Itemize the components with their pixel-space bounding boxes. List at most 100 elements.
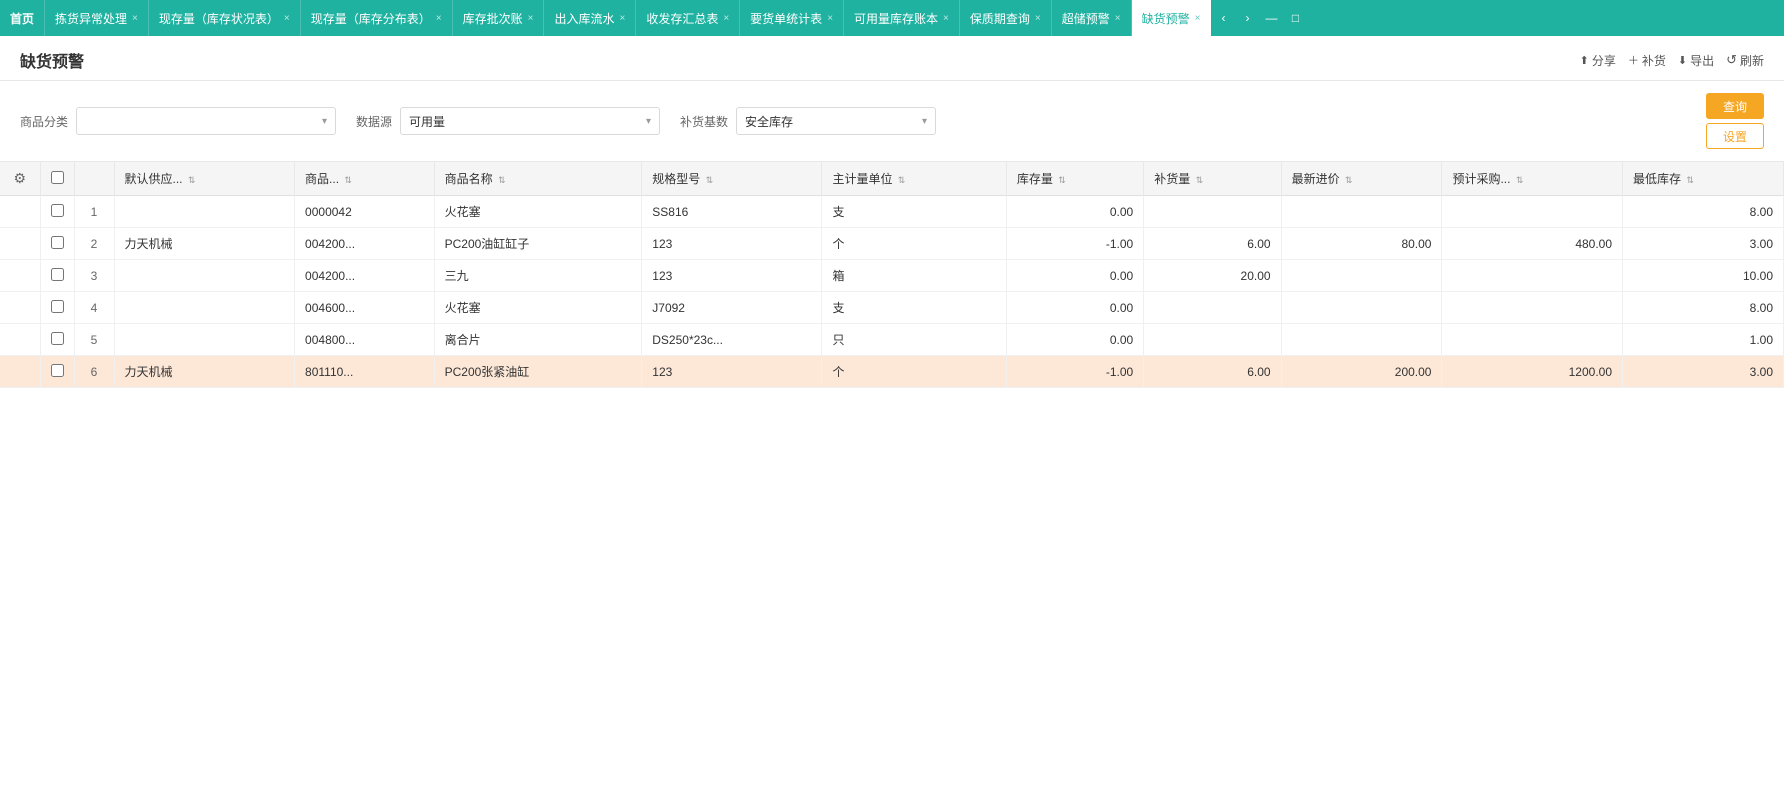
- tab-next-icon: ›: [1245, 11, 1249, 25]
- th-min-stock-label: 最低库存: [1633, 172, 1681, 186]
- th-replenish-qty[interactable]: 补货量 ⇅: [1144, 162, 1281, 196]
- tab-inventory-dist-close[interactable]: ×: [436, 13, 442, 24]
- td-checkbox-3[interactable]: [40, 292, 74, 324]
- tab-abnormal[interactable]: 拣货异常处理 ×: [45, 0, 149, 36]
- select-all-checkbox[interactable]: [51, 171, 64, 184]
- td-latest-price-3: [1281, 292, 1442, 324]
- row-checkbox-0[interactable]: [51, 204, 64, 217]
- th-unit[interactable]: 主计量单位 ⇅: [822, 162, 1006, 196]
- td-spec-5: 123: [642, 356, 822, 388]
- tab-req-stats-close[interactable]: ×: [827, 13, 833, 24]
- th-stock[interactable]: 库存量 ⇅: [1006, 162, 1143, 196]
- row-checkbox-5[interactable]: [51, 364, 64, 377]
- td-supplier-1: 力天机械: [114, 228, 295, 260]
- th-num: [74, 162, 114, 196]
- replenish-icon: ＋: [1628, 52, 1639, 68]
- tab-available-ledger[interactable]: 可用量库存账本 ×: [844, 0, 960, 36]
- tab-abnormal-close[interactable]: ×: [132, 13, 138, 24]
- td-replenish-qty-3: [1144, 292, 1281, 324]
- th-goods-code[interactable]: 商品... ⇅: [295, 162, 435, 196]
- tab-inventory-status-close[interactable]: ×: [284, 13, 290, 24]
- row-checkbox-3[interactable]: [51, 300, 64, 313]
- td-est-purchase-5: 1200.00: [1442, 356, 1623, 388]
- tab-next-btn[interactable]: ›: [1235, 0, 1259, 36]
- table-row: 1 0000042 火花塞 SS816 支 0.00 8.00: [0, 196, 1784, 228]
- td-checkbox-1[interactable]: [40, 228, 74, 260]
- td-checkbox-2[interactable]: [40, 260, 74, 292]
- th-est-purchase[interactable]: 预计采购... ⇅: [1442, 162, 1623, 196]
- tab-shortage-close[interactable]: ×: [1195, 13, 1201, 24]
- category-select[interactable]: ▾: [76, 107, 336, 135]
- td-goods-code-1: 004200...: [295, 228, 435, 260]
- tab-inout-flow-close[interactable]: ×: [619, 13, 625, 24]
- tab-receive-summary-close[interactable]: ×: [723, 13, 729, 24]
- td-stock-2: 0.00: [1006, 260, 1143, 292]
- tab-inventory-status[interactable]: 现存量（库存状况表） ×: [149, 0, 301, 36]
- tab-expiry[interactable]: 保质期查询 ×: [960, 0, 1052, 36]
- tab-minimize-btn[interactable]: —: [1259, 0, 1283, 36]
- th-latest-price[interactable]: 最新进价 ⇅: [1281, 162, 1442, 196]
- tab-inventory-dist[interactable]: 现存量（库存分布表） ×: [301, 0, 453, 36]
- query-button[interactable]: 查询: [1706, 93, 1764, 119]
- tab-prev-btn[interactable]: ‹: [1211, 0, 1235, 36]
- td-est-purchase-4: [1442, 324, 1623, 356]
- tab-abnormal-label: 拣货异常处理: [55, 10, 127, 27]
- refresh-icon: ↺: [1726, 52, 1737, 68]
- replenish-base-filter-group: 补货基数 安全库存 ▾: [680, 107, 936, 135]
- replenish-base-select[interactable]: 安全库存 ▾: [736, 107, 936, 135]
- row-checkbox-1[interactable]: [51, 236, 64, 249]
- tab-batch-label: 库存批次账: [463, 10, 523, 27]
- tab-batch-close[interactable]: ×: [528, 13, 534, 24]
- table-row: 3 004200... 三九 123 箱 0.00 20.00 10.00: [0, 260, 1784, 292]
- row-checkbox-2[interactable]: [51, 268, 64, 281]
- th-replenish-qty-label: 补货量: [1154, 172, 1190, 186]
- table-row: 5 004800... 离合片 DS250*23c... 只 0.00 1.00: [0, 324, 1784, 356]
- th-min-stock[interactable]: 最低库存 ⇅: [1623, 162, 1784, 196]
- tab-inout-flow[interactable]: 出入库流水 ×: [544, 0, 636, 36]
- datasource-value: 可用量: [409, 113, 445, 130]
- tab-req-stats-label: 要货单统计表: [750, 10, 822, 27]
- th-spec[interactable]: 规格型号 ⇅: [642, 162, 822, 196]
- td-goods-code-3: 004600...: [295, 292, 435, 324]
- tab-maximize-icon: □: [1292, 11, 1299, 25]
- th-supplier-label: 默认供应...: [125, 172, 183, 186]
- tab-shortage[interactable]: 缺货预警 ×: [1132, 0, 1212, 36]
- tab-req-stats[interactable]: 要货单统计表 ×: [740, 0, 844, 36]
- th-goods-name[interactable]: 商品名称 ⇅: [434, 162, 642, 196]
- th-settings[interactable]: ⚙: [0, 162, 40, 196]
- td-stock-5: -1.00: [1006, 356, 1143, 388]
- td-stock-1: -1.00: [1006, 228, 1143, 260]
- tab-receive-summary[interactable]: 收发存汇总表 ×: [636, 0, 740, 36]
- datasource-select[interactable]: 可用量 ▾: [400, 107, 660, 135]
- td-goods-name-0: 火花塞: [434, 196, 642, 228]
- td-spec-0: SS816: [642, 196, 822, 228]
- tab-available-ledger-close[interactable]: ×: [943, 13, 949, 24]
- replenish-base-value: 安全库存: [745, 113, 793, 130]
- td-goods-name-1: PC200油缸缸子: [434, 228, 642, 260]
- supplier-sort-icon: ⇅: [188, 175, 196, 186]
- replenish-qty-sort-icon: ⇅: [1196, 175, 1204, 186]
- tab-inventory-dist-label: 现存量（库存分布表）: [311, 10, 431, 27]
- tab-home[interactable]: 首页: [0, 0, 45, 36]
- td-checkbox-5[interactable]: [40, 356, 74, 388]
- row-checkbox-4[interactable]: [51, 332, 64, 345]
- latest-price-sort-icon: ⇅: [1345, 175, 1353, 186]
- category-dropdown-icon: ▾: [322, 116, 327, 127]
- tab-overstock[interactable]: 超储预警 ×: [1052, 0, 1132, 36]
- td-checkbox-0[interactable]: [40, 196, 74, 228]
- th-checkbox[interactable]: [40, 162, 74, 196]
- tab-batch[interactable]: 库存批次账 ×: [453, 0, 545, 36]
- tab-expiry-close[interactable]: ×: [1035, 13, 1041, 24]
- td-replenish-qty-0: [1144, 196, 1281, 228]
- table-header-row: ⚙ 默认供应... ⇅ 商品... ⇅ 商品名称: [0, 162, 1784, 196]
- replenish-btn[interactable]: ＋ 补货: [1628, 52, 1666, 69]
- settings-button[interactable]: 设置: [1706, 123, 1764, 149]
- refresh-btn[interactable]: ↺ 刷新: [1726, 52, 1764, 69]
- column-settings-icon[interactable]: ⚙: [13, 170, 26, 186]
- export-btn[interactable]: ⬇ 导出: [1678, 52, 1714, 69]
- tab-overstock-close[interactable]: ×: [1115, 13, 1121, 24]
- td-checkbox-4[interactable]: [40, 324, 74, 356]
- tab-maximize-btn[interactable]: □: [1283, 0, 1307, 36]
- th-supplier[interactable]: 默认供应... ⇅: [114, 162, 295, 196]
- share-btn[interactable]: ⬆ 分享: [1580, 52, 1616, 69]
